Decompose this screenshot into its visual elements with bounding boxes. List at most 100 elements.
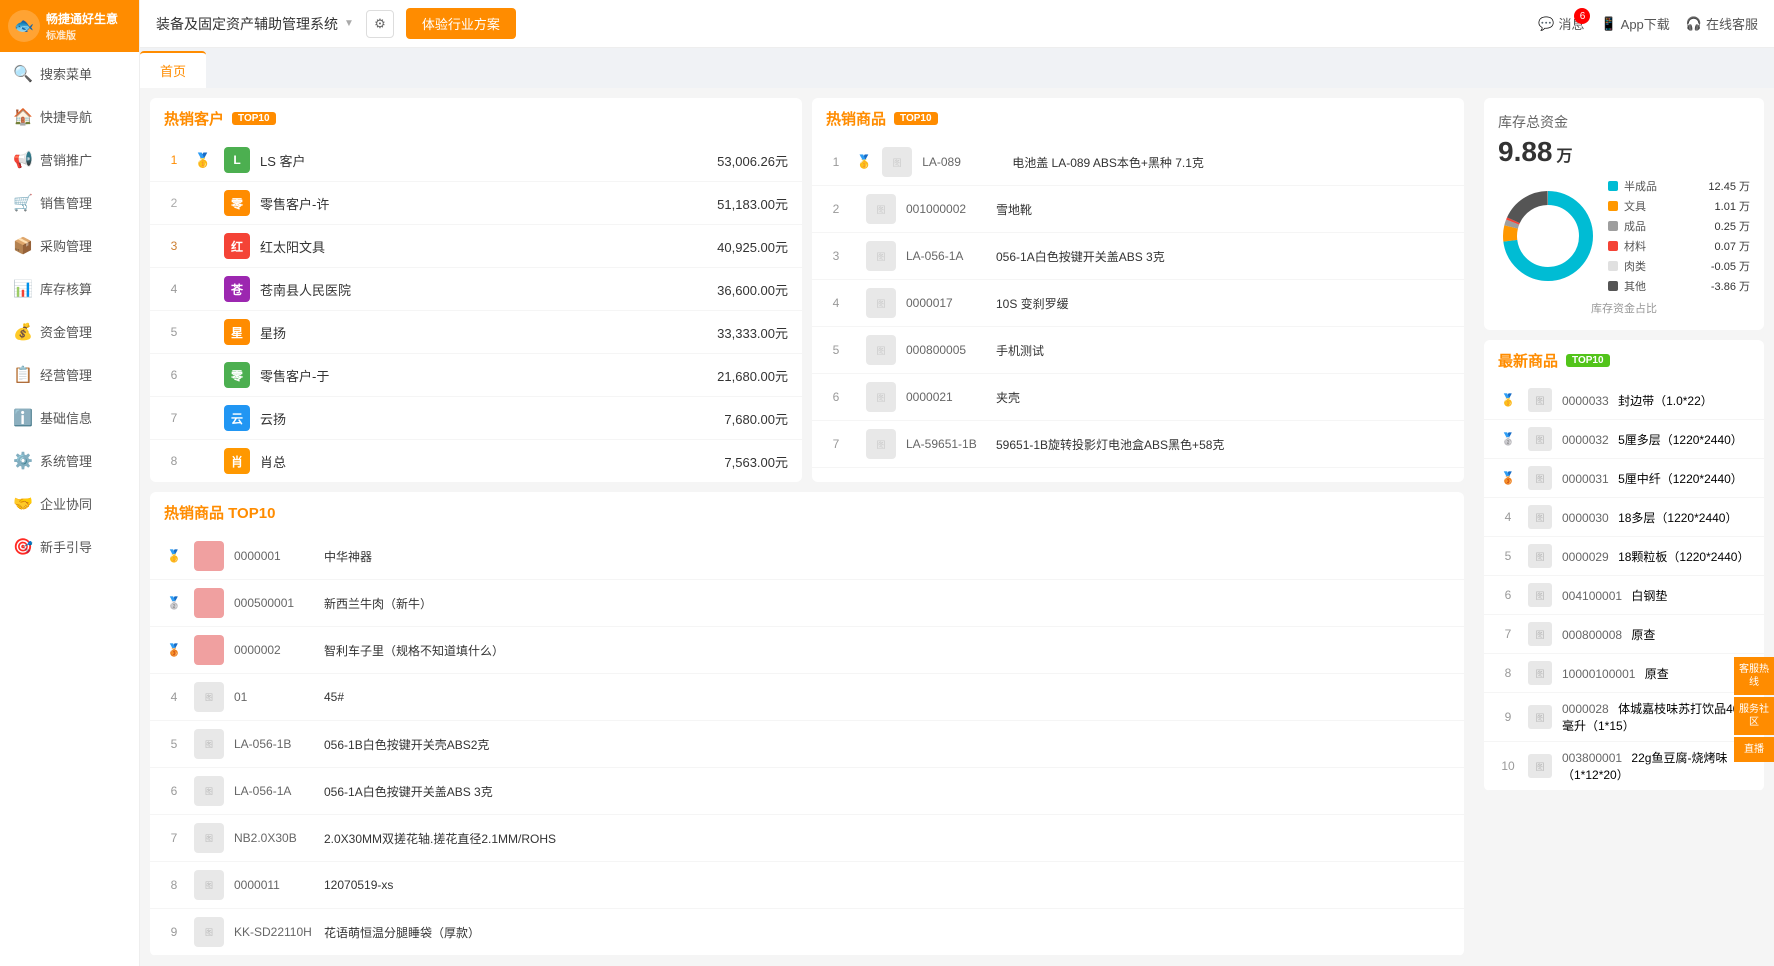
- legend-label: 成品: [1624, 218, 1709, 234]
- nav-item-库存核算[interactable]: 📊 库存核算: [0, 267, 139, 310]
- float-buttons: 客服热线服务社区直播: [1734, 657, 1774, 762]
- new-product-row: 10 图 003800001 22g鱼豆腐-烧烤味（1*12*20）: [1484, 742, 1764, 791]
- app-name: 畅捷通好生意: [46, 10, 118, 27]
- rank-number: 9: [1498, 710, 1518, 724]
- product-name: 10S 变刹罗缓: [996, 295, 1450, 312]
- nav-menu: 🔍 搜索菜单🏠 快捷导航📢 营销推广🛒 销售管理📦 采购管理📊 库存核算💰 资金…: [0, 52, 139, 966]
- message-icon-container[interactable]: 💬 消息 6: [1538, 14, 1584, 33]
- customer-amount: 7,680.00元: [724, 409, 788, 428]
- product-image: [194, 588, 224, 618]
- nav-item-企业协同[interactable]: 🤝 企业协同: [0, 482, 139, 525]
- new-product-code: 0000031: [1562, 472, 1609, 486]
- topbar: 装备及固定资产辅助管理系统 ▼ ⚙ 体验行业方案 💬 消息 6 📱 App下载 …: [140, 0, 1774, 48]
- legend-dot: [1608, 281, 1618, 291]
- product-image: 图: [1528, 622, 1552, 646]
- customer-top-badge: TOP10: [232, 112, 276, 125]
- product-name: 056-1A白色按键开关盖ABS 3克: [324, 783, 1450, 800]
- nav-item-系统管理[interactable]: ⚙️ 系统管理: [0, 439, 139, 482]
- new-product-info: 0000029 18颗粒板（1220*2440）: [1562, 548, 1749, 565]
- hot-product-right-row: 3 图 LA-056-1A 056-1A白色按键开关盖ABS 3克: [812, 233, 1464, 280]
- online-service-item[interactable]: 🎧 在线客服: [1686, 14, 1758, 33]
- rank-number: 🥈: [1498, 432, 1518, 446]
- customer-name: LS 客户: [260, 151, 707, 170]
- float-button-客服热线[interactable]: 客服热线: [1734, 657, 1774, 695]
- hot-products-right-badge: TOP10: [894, 112, 938, 125]
- product-code: 0000001: [234, 549, 314, 563]
- trial-button[interactable]: 体验行业方案: [406, 8, 516, 39]
- new-product-row: 8 图 10000100001 原查: [1484, 654, 1764, 693]
- nav-label: 库存核算: [40, 279, 92, 298]
- inventory-card: 库存总资金 9.88 万: [1484, 98, 1764, 330]
- new-product-row: 🥉 图 0000031 5厘中纤（1220*2440）: [1484, 459, 1764, 498]
- new-products-panel: 最新商品 TOP10 🥇 图 0000033 封边带（1.0*22） 🥈 图 0…: [1484, 340, 1764, 791]
- legend-value: -3.86 万: [1711, 278, 1750, 294]
- legend-value: 12.45 万: [1708, 178, 1750, 194]
- rank-number: 4: [826, 296, 846, 310]
- settings-icon[interactable]: ⚙: [366, 10, 394, 38]
- product-image: 图: [194, 917, 224, 947]
- hot-product-row: 7 图 NB2.0X30B 2.0X30MM双搓花轴.搓花直径2.1MM/ROH…: [150, 815, 1464, 862]
- new-product-code: 10000100001: [1562, 667, 1635, 681]
- rank-number: 5: [826, 343, 846, 357]
- product-code: 01: [234, 690, 314, 704]
- new-product-code: 003800001: [1562, 751, 1622, 765]
- product-name: 新西兰牛肉（新牛）: [324, 595, 1450, 612]
- product-image: 图: [866, 429, 896, 459]
- product-name: 智利车子里（规格不知道填什么）: [324, 642, 1450, 659]
- top-row: 热销客户 TOP10 1 🥇 L LS 客户 53,006.26元 2 零 零售…: [150, 98, 1464, 482]
- new-product-name: 原查: [1645, 667, 1669, 681]
- tab-home[interactable]: 首页: [140, 51, 206, 88]
- rank-medal-icon: 🥇: [194, 152, 214, 169]
- product-image: 图: [1528, 388, 1552, 412]
- product-image: 图: [194, 776, 224, 806]
- nav-item-经营管理[interactable]: 📋 经营管理: [0, 353, 139, 396]
- product-code: 0000011: [234, 878, 314, 892]
- product-code: 000800005: [906, 343, 986, 357]
- product-name: 45#: [324, 690, 1450, 704]
- customer-avatar: 苍: [224, 276, 250, 302]
- new-products-list: 🥇 图 0000033 封边带（1.0*22） 🥈 图 0000032 5厘多层…: [1484, 381, 1764, 791]
- hot-product-right-row: 7 图 LA-59651-1B 59651-1B旋转投影灯电池盒ABS黑色+58…: [812, 421, 1464, 468]
- new-product-code: 0000033: [1562, 394, 1609, 408]
- product-image: 图: [866, 382, 896, 412]
- customer-avatar: 零: [224, 362, 250, 388]
- hot-product-row: 🥈 000500001 新西兰牛肉（新牛）: [150, 580, 1464, 627]
- rank-number: 6: [164, 784, 184, 798]
- nav-item-资金管理[interactable]: 💰 资金管理: [0, 310, 139, 353]
- inventory-amount: 9.88: [1498, 136, 1553, 168]
- product-name: 电池盖 LA-089 ABS本色+黑种 7.1克: [1012, 154, 1450, 171]
- customer-amount: 53,006.26元: [717, 151, 788, 170]
- product-image: 图: [866, 335, 896, 365]
- product-code: 0000017: [906, 296, 986, 310]
- legend-label: 文具: [1624, 198, 1709, 214]
- legend-dot: [1608, 201, 1618, 211]
- nav-item-销售管理[interactable]: 🛒 销售管理: [0, 181, 139, 224]
- float-button-服务社区[interactable]: 服务社区: [1734, 697, 1774, 735]
- product-name: 雪地靴: [996, 201, 1450, 218]
- nav-item-基础信息[interactable]: ℹ️ 基础信息: [0, 396, 139, 439]
- customer-rank-row: 3 红 红太阳文具 40,925.00元: [150, 225, 802, 268]
- new-product-info: 0000030 18多层（1220*2440）: [1562, 509, 1737, 526]
- app-download-item[interactable]: 📱 App下载: [1600, 14, 1669, 33]
- rank-number: 🥈: [164, 596, 184, 610]
- nav-item-快捷导航[interactable]: 🏠 快捷导航: [0, 95, 139, 138]
- nav-label: 系统管理: [40, 451, 92, 470]
- nav-label: 企业协同: [40, 494, 92, 513]
- inventory-unit: 万: [1557, 142, 1573, 166]
- chevron-down-icon[interactable]: ▼: [344, 18, 354, 29]
- product-code: 001000002: [906, 202, 986, 216]
- float-button-直播[interactable]: 直播: [1734, 737, 1774, 762]
- nav-icon: ⚙️: [14, 452, 32, 470]
- new-product-row: 9 图 0000028 体城嘉枝味苏打饮品400毫升（1*15）: [1484, 693, 1764, 742]
- rank-medal-icon: 🥇: [856, 154, 872, 170]
- nav-item-采购管理[interactable]: 📦 采购管理: [0, 224, 139, 267]
- legend-dot: [1608, 181, 1618, 191]
- nav-item-营销推广[interactable]: 📢 营销推广: [0, 138, 139, 181]
- product-image: 图: [882, 147, 912, 177]
- legend-label: 其他: [1624, 278, 1705, 294]
- nav-item-搜索菜单[interactable]: 🔍 搜索菜单: [0, 52, 139, 95]
- nav-item-新手引导[interactable]: 🎯 新手引导: [0, 525, 139, 568]
- new-product-info: 0000032 5厘多层（1220*2440）: [1562, 431, 1743, 448]
- customer-amount: 36,600.00元: [717, 280, 788, 299]
- logo[interactable]: 🐟 畅捷通好生意 标准版: [0, 0, 139, 52]
